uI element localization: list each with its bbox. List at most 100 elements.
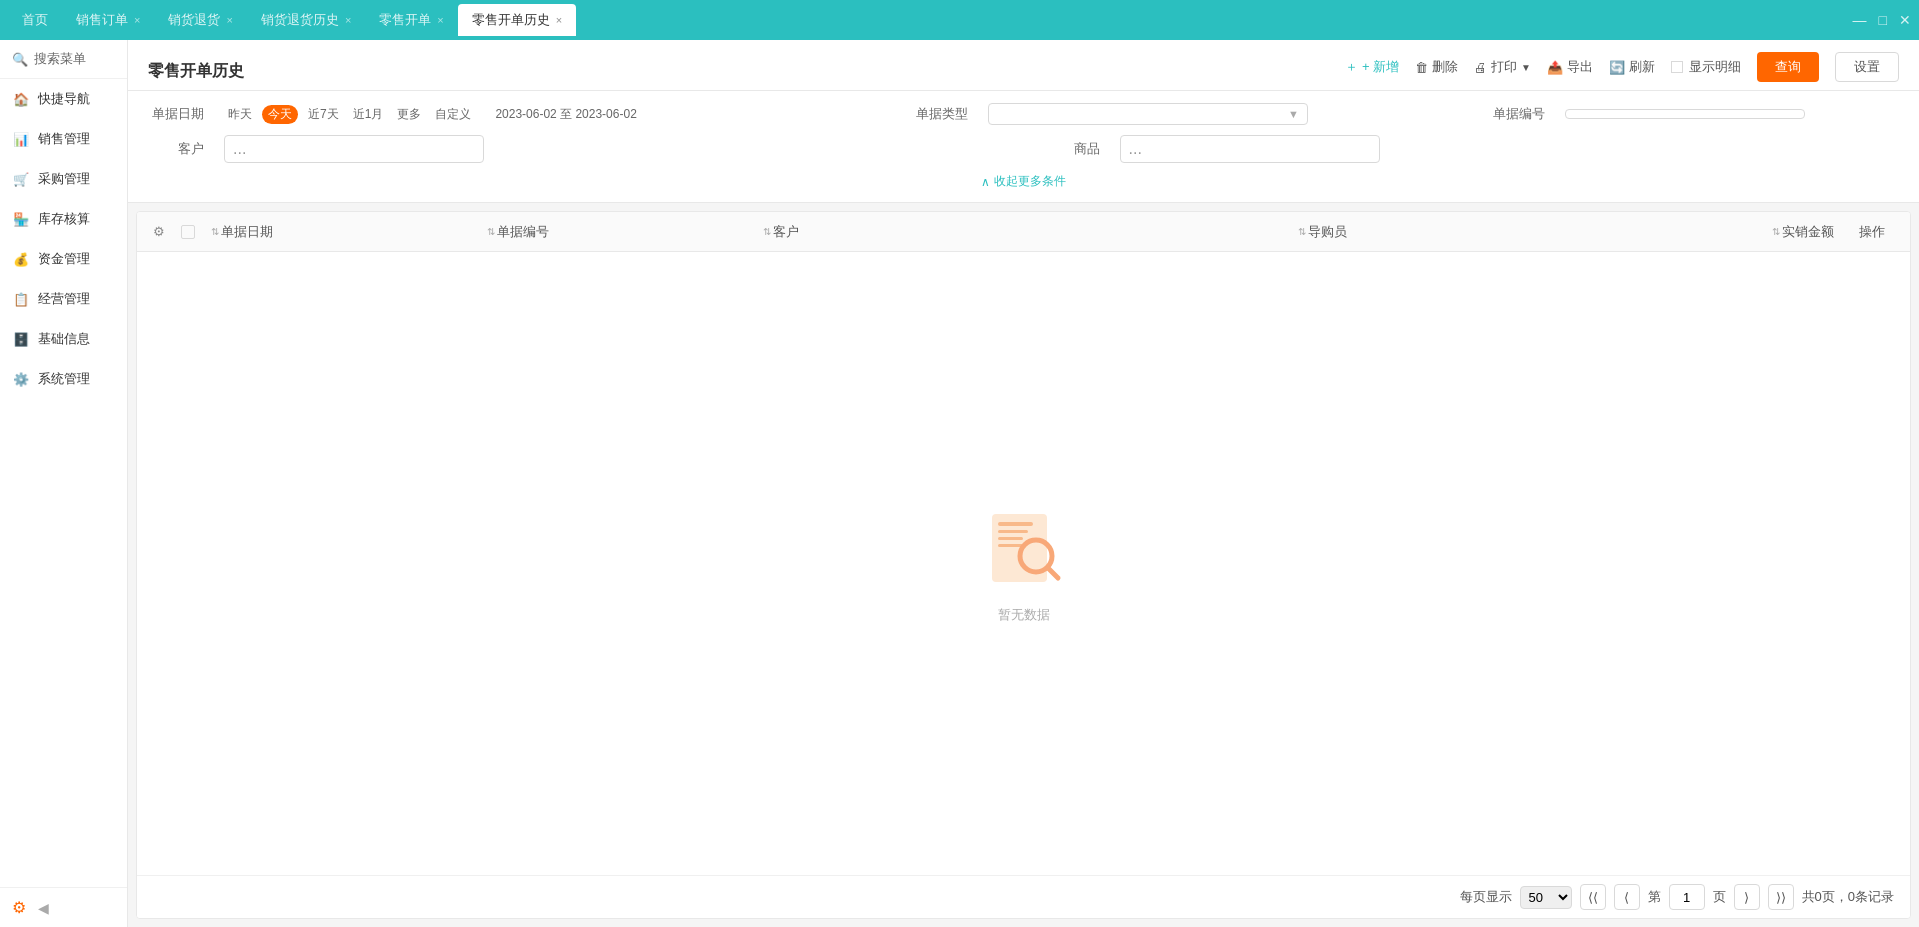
sidebar-item-quick-nav-label: 快捷导航 — [38, 90, 90, 108]
customer-input[interactable]: ... — [224, 135, 484, 163]
collapse-sidebar-icon[interactable]: ◀ — [38, 900, 49, 916]
sidebar-item-purchase-label: 采购管理 — [38, 170, 90, 188]
export-icon: 📤 — [1547, 60, 1563, 75]
type-select-arrow: ▼ — [1288, 108, 1299, 120]
inventory-icon: 🏪 — [12, 210, 30, 228]
date-today[interactable]: 今天 — [262, 105, 298, 124]
product-input[interactable]: ... — [1120, 135, 1380, 163]
customer-dots: ... — [233, 140, 246, 158]
settings-icon[interactable]: ⚙ — [12, 898, 26, 917]
window-controls: — □ ✕ — [1853, 12, 1911, 28]
tab-sales-return-close[interactable]: × — [226, 14, 232, 26]
date-yesterday[interactable]: 昨天 — [224, 105, 256, 124]
date-7days[interactable]: 近7天 — [304, 105, 343, 124]
collapse-label: 收起更多条件 — [994, 173, 1066, 190]
maximize-icon[interactable]: □ — [1879, 12, 1887, 28]
table-select-all[interactable] — [173, 225, 203, 239]
checkbox-detail — [1671, 61, 1683, 73]
tab-sales-return-history-close[interactable]: × — [345, 14, 351, 26]
finance-icon: 💰 — [12, 250, 30, 268]
sidebar-item-finance[interactable]: 💰 资金管理 — [0, 239, 127, 279]
date-custom[interactable]: 自定义 — [431, 105, 475, 124]
tab-home[interactable]: 首页 — [8, 4, 62, 36]
content-area: 零售开单历史 ＋ + 新增 🗑 删除 🖨 打印 ▼ 📤 导出 — [128, 40, 1919, 927]
tab-sales-order[interactable]: 销售订单 × — [62, 4, 154, 36]
tab-sales-return-history-label: 销货退货历史 — [261, 11, 339, 29]
table-settings-icon[interactable]: ⚙ — [145, 224, 173, 239]
page-size-select[interactable]: 50 10 20 100 — [1520, 886, 1572, 909]
sort-number-icon[interactable]: ⇅ — [487, 226, 495, 237]
page-title: 零售开单历史 — [148, 61, 244, 82]
add-button[interactable]: ＋ + 新增 — [1345, 58, 1399, 76]
date-more[interactable]: 更多 — [393, 105, 425, 124]
sidebar-search[interactable]: 🔍 搜索菜单 — [0, 40, 127, 79]
collapse-more-btn[interactable]: ∧ 收起更多条件 — [148, 173, 1899, 190]
product-dots: ... — [1129, 140, 1142, 158]
page-next-btn[interactable]: ⟩ — [1734, 884, 1760, 910]
number-label: 单据编号 — [1489, 105, 1545, 123]
sidebar: 🔍 搜索菜单 🏠 快捷导航 📊 销售管理 🛒 采购管理 🏪 库存核算 💰 资金管… — [0, 40, 128, 927]
sidebar-item-basic-label: 基础信息 — [38, 330, 90, 348]
close-icon[interactable]: ✕ — [1899, 12, 1911, 28]
home-icon: 🏠 — [12, 90, 30, 108]
th-customer: ⇅ 客户 — [755, 223, 1291, 241]
sidebar-item-basic[interactable]: 🗄️ 基础信息 — [0, 319, 127, 359]
sort-date-icon[interactable]: ⇅ — [211, 226, 219, 237]
add-icon: ＋ — [1345, 58, 1358, 76]
sort-amount-icon[interactable]: ⇅ — [1772, 226, 1780, 237]
tab-retail-open-label: 零售开单 — [379, 11, 431, 29]
main-layout: 🔍 搜索菜单 🏠 快捷导航 📊 销售管理 🛒 采购管理 🏪 库存核算 💰 资金管… — [0, 40, 1919, 927]
sidebar-item-system[interactable]: ⚙️ 系统管理 — [0, 359, 127, 399]
tab-retail-open-close[interactable]: × — [437, 14, 443, 26]
type-select[interactable]: ▼ — [988, 103, 1308, 125]
delete-button[interactable]: 🗑 删除 — [1415, 58, 1458, 76]
date-range-text: 2023-06-02 至 2023-06-02 — [495, 106, 636, 123]
tab-sales-order-close[interactable]: × — [134, 14, 140, 26]
setting-button[interactable]: 设置 — [1835, 52, 1899, 82]
page-header: 零售开单历史 ＋ + 新增 🗑 删除 🖨 打印 ▼ 📤 导出 — [128, 40, 1919, 91]
type-label: 单据类型 — [912, 105, 968, 123]
customer-label: 客户 — [148, 140, 204, 158]
top-tabbar: 首页 销售订单 × 销货退货 × 销货退货历史 × 零售开单 × 零售开单历史 … — [0, 0, 1919, 40]
sidebar-item-quick-nav[interactable]: 🏠 快捷导航 — [0, 79, 127, 119]
th-number: ⇅ 单据编号 — [479, 223, 755, 241]
number-input[interactable] — [1565, 109, 1805, 119]
tab-retail-open[interactable]: 零售开单 × — [365, 4, 457, 36]
select-all-checkbox[interactable] — [181, 225, 195, 239]
page-first-btn[interactable]: ⟨⟨ — [1580, 884, 1606, 910]
pagination: 每页显示 50 10 20 100 ⟨⟨ ⟨ 第 1 页 ⟩ ⟩⟩ 共0页，0条… — [137, 875, 1910, 918]
refresh-button[interactable]: 🔄 刷新 — [1609, 58, 1655, 76]
print-button[interactable]: 🖨 打印 ▼ — [1474, 58, 1531, 76]
operation-icon: 📋 — [12, 290, 30, 308]
export-button[interactable]: 📤 导出 — [1547, 58, 1593, 76]
tab-sales-return[interactable]: 销货退货 × — [154, 4, 246, 36]
sidebar-item-inventory[interactable]: 🏪 库存核算 — [0, 199, 127, 239]
sidebar-item-purchase[interactable]: 🛒 采购管理 — [0, 159, 127, 199]
tab-sales-return-history[interactable]: 销货退货历史 × — [247, 4, 365, 36]
query-button[interactable]: 查询 — [1757, 52, 1819, 82]
filter-row-2: 客户 ... 商品 ... — [148, 135, 1899, 163]
page-last-btn[interactable]: ⟩⟩ — [1768, 884, 1794, 910]
collapse-icon: ∧ — [981, 175, 990, 189]
sort-customer-icon[interactable]: ⇅ — [763, 226, 771, 237]
date-1month[interactable]: 近1月 — [349, 105, 388, 124]
tab-retail-open-history[interactable]: 零售开单历史 × — [458, 4, 576, 36]
show-detail-button[interactable]: 显示明细 — [1671, 58, 1741, 76]
empty-illustration — [974, 504, 1074, 594]
print-icon: 🖨 — [1474, 60, 1487, 75]
sort-guide-icon[interactable]: ⇅ — [1298, 226, 1306, 237]
purchase-icon: 🛒 — [12, 170, 30, 188]
sidebar-item-finance-label: 资金管理 — [38, 250, 90, 268]
svg-rect-2 — [998, 530, 1028, 533]
page-prev-btn[interactable]: ⟨ — [1614, 884, 1640, 910]
table-header: ⚙ ⇅ 单据日期 ⇅ 单据编号 ⇅ 客户 ⇅ 导购员 — [137, 212, 1910, 252]
minimize-icon[interactable]: — — [1853, 12, 1867, 28]
sidebar-item-inventory-label: 库存核算 — [38, 210, 90, 228]
sidebar-item-sales[interactable]: 📊 销售管理 — [0, 119, 127, 159]
tab-retail-open-history-label: 零售开单历史 — [472, 11, 550, 29]
tab-retail-open-history-close[interactable]: × — [556, 14, 562, 26]
date-shortcuts: 昨天 今天 近7天 近1月 更多 自定义 — [224, 105, 475, 124]
sidebar-bottom: ⚙ ◀ — [0, 887, 127, 927]
page-input[interactable]: 1 — [1669, 884, 1705, 910]
sidebar-item-operation[interactable]: 📋 经营管理 — [0, 279, 127, 319]
